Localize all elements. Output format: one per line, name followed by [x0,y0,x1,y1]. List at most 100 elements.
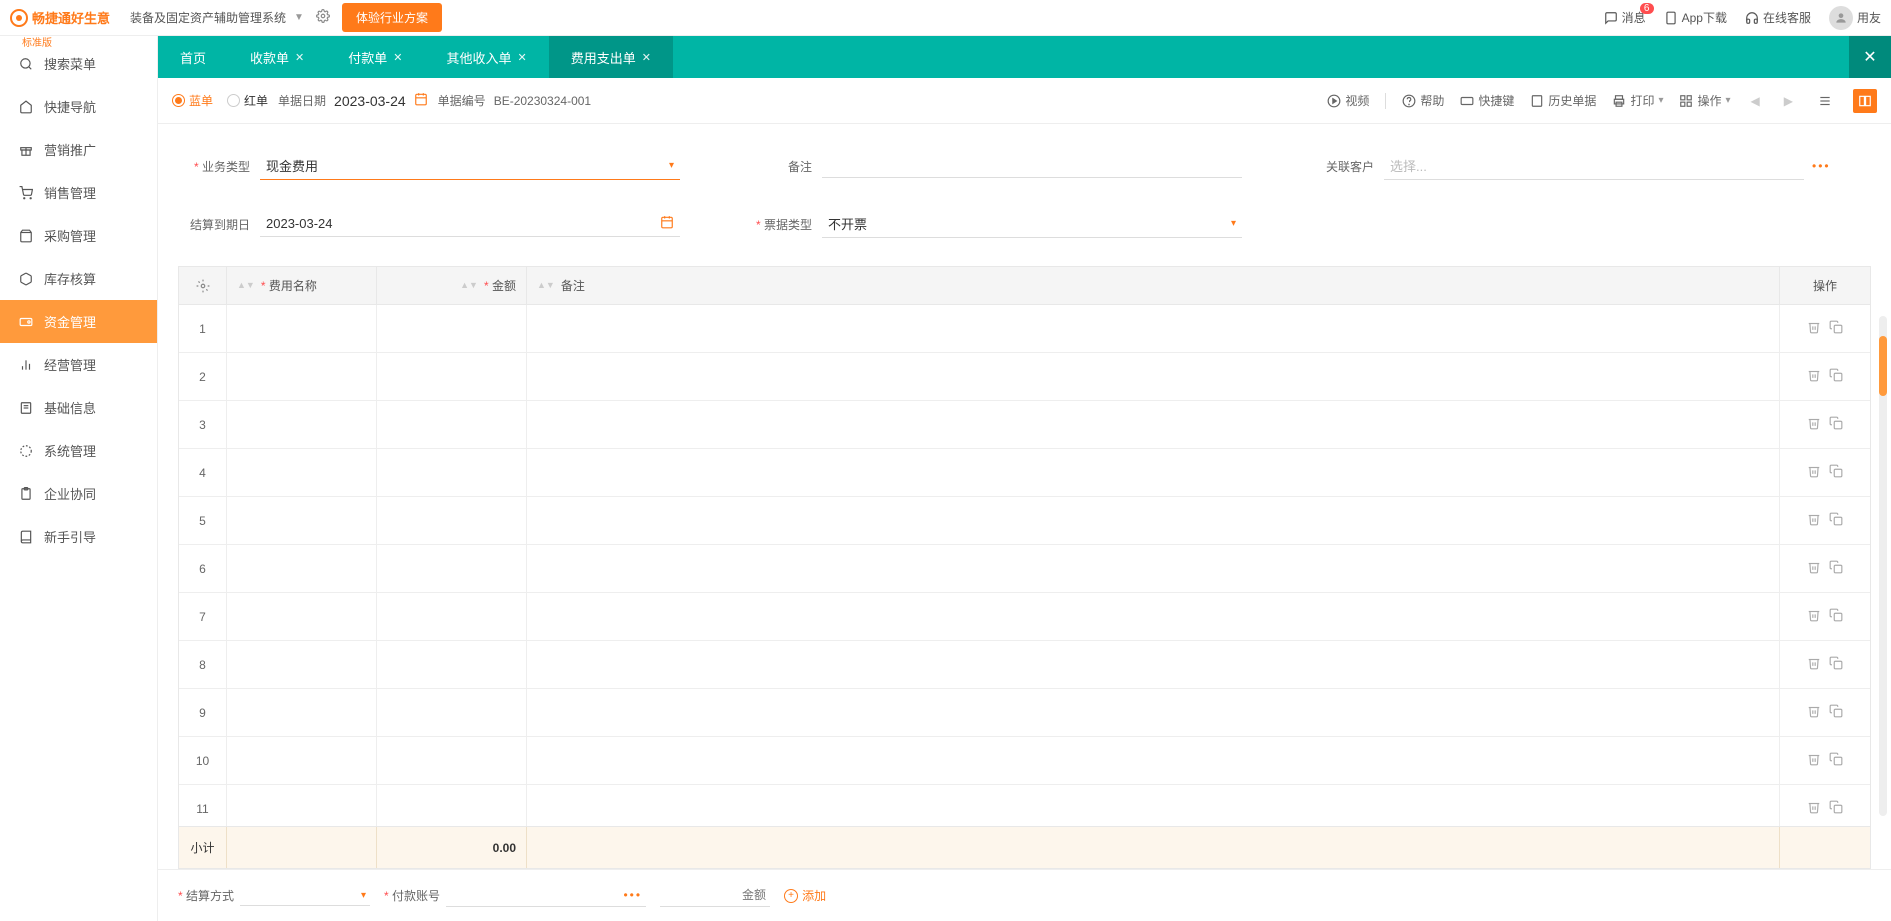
table-row[interactable]: 11 [179,785,1870,826]
cell-amount[interactable] [377,305,527,352]
copy-icon[interactable] [1829,656,1843,673]
prev-arrow-icon[interactable]: ◀ [1747,94,1764,108]
sidebar-item-enterprise[interactable]: 企业协同 [0,472,157,515]
messages-button[interactable]: 消息 6 [1604,9,1646,26]
delete-icon[interactable] [1807,800,1821,817]
cell-expense-name[interactable] [227,449,377,496]
online-service-button[interactable]: 在线客服 [1745,9,1811,26]
delete-icon[interactable] [1807,752,1821,769]
doc-date-value[interactable]: 2023-03-24 [334,93,406,109]
sidebar-item-sales[interactable]: 销售管理 [0,171,157,214]
cell-remark[interactable] [527,689,1780,736]
copy-icon[interactable] [1829,752,1843,769]
more-icon[interactable]: ••• [623,888,642,902]
ops-button[interactable]: 操作▾ [1679,92,1730,109]
video-link[interactable]: 视频 [1327,92,1369,109]
view-list-button[interactable] [1813,89,1837,113]
calendar-icon[interactable] [414,92,428,109]
cell-expense-name[interactable] [227,641,377,688]
tab-expense[interactable]: 费用支出单✕ [549,36,673,78]
table-row[interactable]: 5 [179,497,1870,545]
column-settings-button[interactable] [179,267,227,304]
cell-expense-name[interactable] [227,497,377,544]
delete-icon[interactable] [1807,416,1821,433]
view-detail-button[interactable] [1853,89,1877,113]
close-all-tabs-button[interactable]: ✕ [1849,36,1891,78]
sidebar-item-inventory[interactable]: 库存核算 [0,257,157,300]
cell-remark[interactable] [527,641,1780,688]
scrollbar-thumb[interactable] [1879,336,1887,396]
help-link[interactable]: 帮助 [1402,92,1444,109]
table-row[interactable]: 4 [179,449,1870,497]
cell-remark[interactable] [527,353,1780,400]
table-row[interactable]: 7 [179,593,1870,641]
close-icon[interactable]: ✕ [642,51,651,64]
tab-payment[interactable]: 付款单✕ [326,36,424,78]
account-select[interactable]: ••• [446,884,646,907]
shortcut-link[interactable]: 快捷键 [1460,92,1514,109]
copy-icon[interactable] [1829,512,1843,529]
cell-amount[interactable] [377,497,527,544]
delete-icon[interactable] [1807,608,1821,625]
remark-input[interactable] [822,154,1242,178]
cell-expense-name[interactable] [227,593,377,640]
customer-select[interactable]: 选择... [1384,152,1804,180]
tab-home[interactable]: 首页 [158,36,228,78]
cell-expense-name[interactable] [227,401,377,448]
sidebar-item-funds[interactable]: 资金管理 [0,300,157,343]
table-row[interactable]: 9 [179,689,1870,737]
delete-icon[interactable] [1807,560,1821,577]
col-amount[interactable]: ▲▼* 金额 [377,267,527,304]
close-icon[interactable]: ✕ [295,51,304,64]
cell-remark[interactable] [527,593,1780,640]
copy-icon[interactable] [1829,368,1843,385]
table-row[interactable]: 1 [179,305,1870,353]
calendar-icon[interactable] [660,215,674,232]
copy-icon[interactable] [1829,704,1843,721]
sidebar-item-guide[interactable]: 新手引导 [0,515,157,558]
cell-expense-name[interactable] [227,785,377,826]
trial-button[interactable]: 体验行业方案 [342,3,442,32]
tab-other-income[interactable]: 其他收入单✕ [424,36,548,78]
close-icon[interactable]: ✕ [393,51,402,64]
cell-amount[interactable] [377,785,527,826]
sidebar-item-quicknav[interactable]: 快捷导航 [0,85,157,128]
cell-expense-name[interactable] [227,545,377,592]
biz-type-select[interactable]: 现金费用 ▾ [260,152,680,180]
settle-method-select[interactable]: ▾ [240,886,370,906]
cell-amount[interactable] [377,353,527,400]
cell-expense-name[interactable] [227,689,377,736]
cell-amount[interactable] [377,593,527,640]
table-row[interactable]: 3 [179,401,1870,449]
sidebar-item-marketing[interactable]: 营销推广 [0,128,157,171]
next-arrow-icon[interactable]: ▶ [1780,94,1797,108]
history-link[interactable]: 历史单据 [1530,92,1596,109]
delete-icon[interactable] [1807,512,1821,529]
more-icon[interactable]: ••• [1812,159,1831,173]
cell-amount[interactable] [377,449,527,496]
cell-remark[interactable] [527,737,1780,784]
cell-remark[interactable] [527,305,1780,352]
delete-icon[interactable] [1807,464,1821,481]
delete-icon[interactable] [1807,656,1821,673]
tab-receipt[interactable]: 收款单✕ [228,36,326,78]
blue-order-radio[interactable]: 蓝单 [172,92,213,109]
table-row[interactable]: 8 [179,641,1870,689]
cell-remark[interactable] [527,785,1780,826]
cell-remark[interactable] [527,449,1780,496]
cell-expense-name[interactable] [227,305,377,352]
settle-date-input[interactable]: 2023-03-24 [260,211,680,237]
cell-expense-name[interactable] [227,353,377,400]
add-button[interactable]: + 添加 [784,887,826,904]
copy-icon[interactable] [1829,560,1843,577]
sidebar-item-purchase[interactable]: 采购管理 [0,214,157,257]
user-menu[interactable]: 用友 [1829,6,1881,30]
copy-icon[interactable] [1829,320,1843,337]
sidebar-item-system[interactable]: 系统管理 [0,429,157,472]
copy-icon[interactable] [1829,416,1843,433]
copy-icon[interactable] [1829,608,1843,625]
sidebar-item-basic[interactable]: 基础信息 [0,386,157,429]
gear-icon[interactable] [316,9,330,26]
table-row[interactable]: 10 [179,737,1870,785]
system-selector[interactable]: 装备及固定资产辅助管理系统 ▼ [130,9,304,26]
